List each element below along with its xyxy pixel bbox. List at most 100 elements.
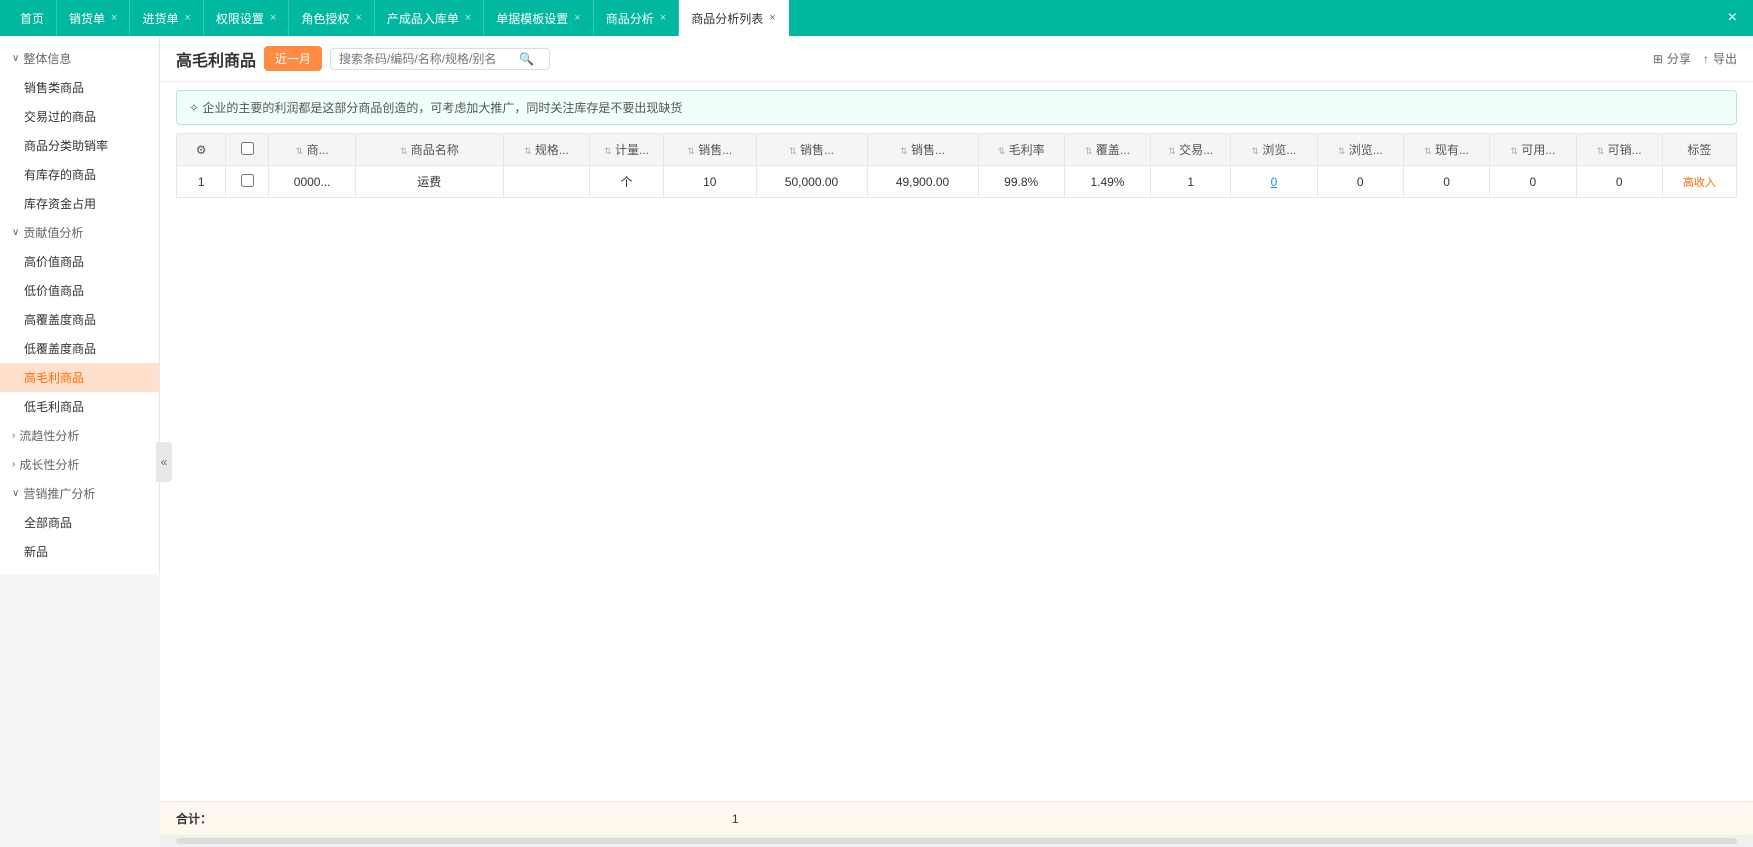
cell-name: 运费 — [355, 166, 503, 198]
select-all-checkbox[interactable] — [241, 142, 254, 155]
sidebar-item-stock-capital[interactable]: 库存资金占用 — [0, 189, 159, 218]
sidebar-item-high-margin[interactable]: 高毛利商品 — [0, 363, 159, 392]
cell-view2: 0 — [1317, 166, 1403, 198]
sidebar-item-stock-goods[interactable]: 有库存的商品 — [0, 160, 159, 189]
cell-unit: 个 — [590, 166, 664, 198]
chevron-down-icon: ∨ — [12, 488, 19, 499]
search-box: 🔍 — [330, 48, 550, 70]
col-sale-amt1[interactable]: ⇅ 销售... — [756, 134, 867, 166]
top-nav: 首页 销货单 × 进货单 × 权限设置 × 角色授权 × 产成品入库单 × 单据… — [0, 0, 1753, 36]
nav-tab-sales[interactable]: 销货单 × — [57, 0, 130, 36]
col-spec[interactable]: ⇅ 规格... — [503, 134, 589, 166]
chevron-right-icon: › — [12, 459, 15, 470]
close-all-button[interactable]: × — [1720, 9, 1745, 27]
page-title: 高毛利商品 — [176, 47, 256, 71]
horizontal-scrollbar[interactable] — [160, 835, 1753, 847]
col-tag[interactable]: 标签 — [1662, 134, 1736, 166]
cell-sale-qty: 10 — [664, 166, 756, 198]
cell-avail1: 0 — [1403, 166, 1489, 198]
row-checkbox[interactable] — [241, 174, 254, 187]
search-input[interactable] — [339, 52, 519, 66]
main-container: ∨ 整体信息 销售类商品 交易过的商品 商品分类助销率 有库存的商品 库存资金占… — [0, 36, 1753, 847]
export-icon: ↑ — [1703, 52, 1709, 66]
sidebar-item-traded-goods[interactable]: 交易过的商品 — [0, 102, 159, 131]
cell-coverage: 1.49% — [1064, 166, 1150, 198]
col-sale-amt2[interactable]: ⇅ 销售... — [867, 134, 978, 166]
cell-sellable: 0 — [1576, 166, 1662, 198]
col-unit[interactable]: ⇅ 计量... — [590, 134, 664, 166]
cell-code: 0000... — [269, 166, 355, 198]
nav-tab-analysis[interactable]: 商品分析 × — [594, 0, 679, 36]
col-view1[interactable]: ⇅ 浏览... — [1231, 134, 1317, 166]
nav-tab-permission[interactable]: 权限设置 × — [204, 0, 289, 36]
col-name[interactable]: ⇅ 商品名称 — [355, 134, 503, 166]
cell-index: 1 — [177, 166, 226, 198]
close-icon[interactable]: × — [355, 12, 361, 24]
close-icon[interactable]: × — [465, 12, 471, 24]
data-table: ⚙ ⇅ 商... ⇅ 商品名称 ⇅ 规格... ⇅ 计量... ⇅ 销售... … — [176, 133, 1737, 198]
sidebar-section-contribution[interactable]: ∨ 贡献值分析 — [0, 218, 159, 247]
col-sale-qty[interactable]: ⇅ 销售... — [664, 134, 756, 166]
nav-tab-home[interactable]: 首页 — [8, 0, 57, 36]
col-settings[interactable]: ⚙ — [177, 134, 226, 166]
close-icon[interactable]: × — [111, 12, 117, 24]
content-area: 高毛利商品 近一月 🔍 ⊞ 分享 ↑ 导出 ✧ 企业的主要的利润都是这部分商品创… — [160, 36, 1753, 847]
close-icon[interactable]: × — [574, 12, 580, 24]
sidebar-section-marketing[interactable]: ∨ 营销推广分析 — [0, 479, 159, 508]
sidebar-item-high-value[interactable]: 高价值商品 — [0, 247, 159, 276]
sidebar-item-sales-goods[interactable]: 销售类商品 — [0, 73, 159, 102]
sidebar-collapse-button[interactable]: « — [156, 442, 172, 482]
cell-tag: 高收入 — [1662, 166, 1736, 198]
cell-gross-rate: 99.8% — [978, 166, 1064, 198]
col-trans-count[interactable]: ⇅ 交易... — [1151, 134, 1231, 166]
sidebar-section-trend[interactable]: › 流趋性分析 — [0, 421, 159, 450]
filter-recent-month-button[interactable]: 近一月 — [264, 46, 322, 71]
nav-tab-template[interactable]: 单据模板设置 × — [484, 0, 593, 36]
cell-sale-amt1: 50,000.00 — [756, 166, 867, 198]
info-icon: ✧ — [189, 101, 202, 115]
col-gross-rate[interactable]: ⇅ 毛利率 — [978, 134, 1064, 166]
cell-view1[interactable]: 0 — [1231, 166, 1317, 198]
chevron-right-icon: › — [12, 430, 15, 441]
footer-label: 合计： — [176, 810, 256, 827]
close-icon[interactable]: × — [660, 12, 666, 24]
search-icon[interactable]: 🔍 — [519, 52, 534, 66]
col-code[interactable]: ⇅ 商... — [269, 134, 355, 166]
col-avail1[interactable]: ⇅ 现有... — [1403, 134, 1489, 166]
col-checkbox — [226, 134, 269, 166]
sidebar-item-category-rate[interactable]: 商品分类助销率 — [0, 131, 159, 160]
scroll-track — [176, 838, 1737, 844]
cell-sale-amt2: 49,900.00 — [867, 166, 978, 198]
nav-tab-analysis-list[interactable]: 商品分析列表 × — [679, 0, 788, 36]
table-header-row: ⚙ ⇅ 商... ⇅ 商品名称 ⇅ 规格... ⇅ 计量... ⇅ 销售... … — [177, 134, 1737, 166]
close-icon[interactable]: × — [184, 12, 190, 24]
cell-avail2: 0 — [1490, 166, 1576, 198]
sidebar-item-low-margin[interactable]: 低毛利商品 — [0, 392, 159, 421]
sidebar-section-overview[interactable]: ∨ 整体信息 — [0, 44, 159, 73]
sidebar-section-growth[interactable]: › 成长性分析 — [0, 450, 159, 479]
cell-checkbox — [226, 166, 269, 198]
cell-trans-count: 1 — [1151, 166, 1231, 198]
footer-cell-qty: 1 — [692, 812, 779, 826]
nav-tab-role[interactable]: 角色授权 × — [289, 0, 374, 36]
sidebar-item-low-coverage[interactable]: 低覆盖度商品 — [0, 334, 159, 363]
col-avail2[interactable]: ⇅ 可用... — [1490, 134, 1576, 166]
col-sellable[interactable]: ⇅ 可销... — [1576, 134, 1662, 166]
content-header: 高毛利商品 近一月 🔍 ⊞ 分享 ↑ 导出 — [160, 36, 1753, 82]
export-button[interactable]: ↑ 导出 — [1703, 50, 1737, 67]
table-row: 1 0000... 运费 个 10 50,000.00 49,900.00 99… — [177, 166, 1737, 198]
info-bar: ✧ 企业的主要的利润都是这部分商品创造的，可考虑加大推广，同时关注库存是不要出现… — [176, 90, 1737, 125]
chevron-down-icon: ∨ — [12, 53, 19, 64]
col-view2[interactable]: ⇅ 浏览... — [1317, 134, 1403, 166]
col-coverage[interactable]: ⇅ 覆盖... — [1064, 134, 1150, 166]
sidebar-item-new-goods[interactable]: 新品 — [0, 537, 159, 566]
close-icon[interactable]: × — [769, 12, 775, 24]
share-button[interactable]: ⊞ 分享 — [1653, 50, 1691, 67]
sidebar-item-high-coverage[interactable]: 高覆盖度商品 — [0, 305, 159, 334]
nav-tab-product-in[interactable]: 产成品入库单 × — [375, 0, 484, 36]
sidebar-item-low-value[interactable]: 低价值商品 — [0, 276, 159, 305]
close-icon[interactable]: × — [270, 12, 276, 24]
sidebar: ∨ 整体信息 销售类商品 交易过的商品 商品分类助销率 有库存的商品 库存资金占… — [0, 36, 160, 574]
nav-tab-purchase[interactable]: 进货单 × — [130, 0, 203, 36]
sidebar-item-all-goods[interactable]: 全部商品 — [0, 508, 159, 537]
